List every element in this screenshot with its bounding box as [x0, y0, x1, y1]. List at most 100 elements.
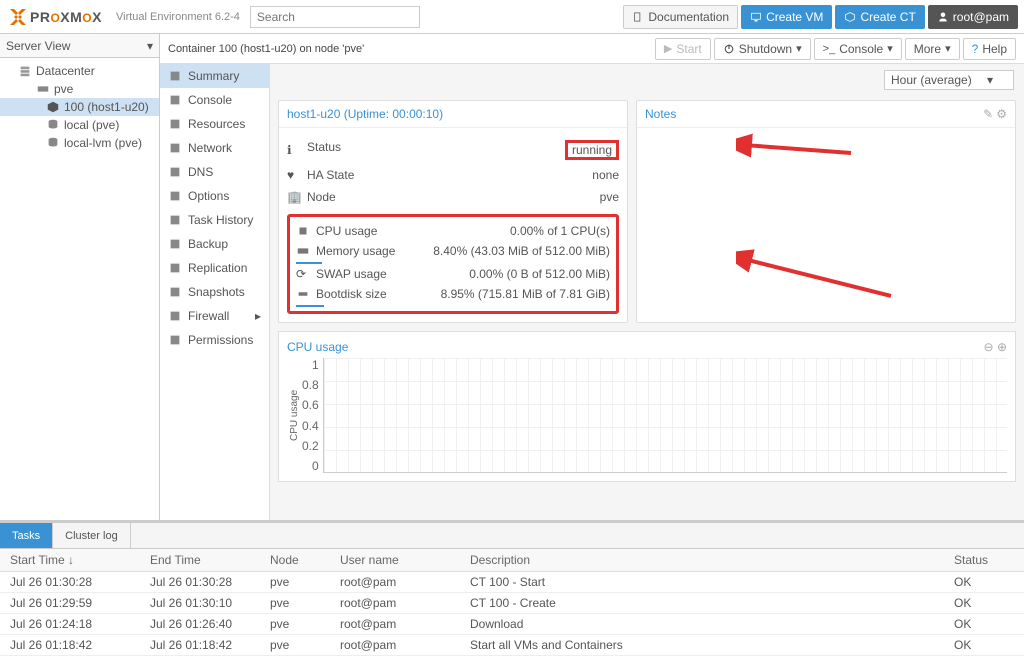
tab-label: Snapshots — [188, 285, 245, 299]
console-button[interactable]: >_ Console ▾ — [814, 38, 902, 60]
tab-label: Resources — [188, 117, 245, 131]
globe-icon — [168, 165, 182, 179]
gear-icon[interactable]: ⚙ — [996, 107, 1007, 121]
user-button[interactable]: root@pam — [928, 5, 1018, 29]
col-node[interactable]: Node — [260, 549, 330, 572]
create-ct-button[interactable]: Create CT — [835, 5, 924, 29]
tab-cluster-log[interactable]: Cluster log — [53, 523, 131, 548]
notes-body[interactable] — [637, 128, 1015, 308]
create-vm-button[interactable]: Create VM — [741, 5, 832, 29]
bottom-panel: Tasks Cluster log Start Time ↓ End Time … — [0, 520, 1024, 656]
tree-header[interactable]: Server View▾ — [0, 34, 159, 58]
tab-label: Summary — [188, 69, 239, 83]
chart-title: CPU usage — [287, 340, 348, 358]
log-row[interactable]: Jul 26 01:29:59Jul 26 01:30:10pveroot@pa… — [0, 593, 1024, 614]
log-row[interactable]: Jul 26 01:30:28Jul 26 01:30:28pveroot@pa… — [0, 572, 1024, 593]
tree-storage-local[interactable]: local (pve) — [0, 116, 159, 134]
tab-firewall[interactable]: Firewall ▸ — [160, 304, 269, 328]
search-input[interactable] — [250, 6, 420, 28]
disk-icon — [296, 287, 310, 301]
resource-stats: CPU usage0.00% of 1 CPU(s) Memory usage8… — [287, 214, 619, 314]
summary-panel-title: host1-u20 (Uptime: 00:00:10) — [287, 107, 443, 121]
tab-snapshots[interactable]: Snapshots — [160, 280, 269, 304]
server-view-panel: Server View▾ Datacenter pve 100 (host1-u… — [0, 34, 160, 520]
tab-summary[interactable]: Summary — [160, 64, 269, 88]
tab-replication[interactable]: Replication — [160, 256, 269, 280]
swap-icon: ⟳ — [296, 267, 310, 281]
col-user[interactable]: User name — [330, 549, 460, 572]
cpu-icon — [296, 224, 310, 238]
tree-storage-local-lvm[interactable]: local-lvm (pve) — [0, 134, 159, 152]
col-start[interactable]: Start Time ↓ — [0, 549, 140, 572]
datacenter-icon — [18, 64, 32, 78]
chart-ylabel: CPU usage — [287, 358, 302, 473]
database-icon — [46, 136, 60, 150]
network-icon — [168, 141, 182, 155]
tree-node-pve[interactable]: pve — [0, 80, 159, 98]
notes-panel-title: Notes — [645, 107, 676, 121]
col-status[interactable]: Status — [944, 549, 1024, 572]
time-range-selector[interactable]: Hour (average) ▾ — [884, 70, 1014, 90]
chart-plot — [323, 358, 1007, 473]
content-title: Container 100 (host1-u20) on node 'pve' — [168, 43, 655, 55]
node-label: Node — [307, 190, 600, 204]
refresh-icon — [168, 261, 182, 275]
node-value: pve — [600, 190, 619, 204]
summary-panel: host1-u20 (Uptime: 00:00:10) ℹ Statusrunn… — [278, 100, 628, 323]
ha-label: HA State — [307, 168, 592, 182]
ha-value: none — [592, 168, 619, 182]
tab-dns[interactable]: DNS — [160, 160, 269, 184]
tab-resources[interactable]: Resources — [160, 112, 269, 136]
shield-icon — [168, 309, 182, 323]
plus-icon[interactable]: ⊕ — [997, 340, 1007, 354]
shutdown-button[interactable]: Shutdown ▾ — [714, 38, 811, 60]
logo: PROXMOX — [6, 5, 102, 29]
tab-label: Permissions — [188, 333, 253, 347]
heart-icon: ♥ — [287, 168, 301, 182]
monitor-icon — [750, 11, 762, 23]
tab-tasks[interactable]: Tasks — [0, 523, 53, 548]
tab-permissions[interactable]: Permissions — [160, 328, 269, 352]
cpu-chart-panel: CPU usage ⊖ ⊕ CPU usage 10.80.60.40.20 — [278, 331, 1016, 482]
edit-icon[interactable]: ✎ — [983, 107, 993, 121]
tab-label: Firewall — [188, 309, 229, 323]
version-text: Virtual Environment 6.2-4 — [116, 11, 240, 23]
chart-yaxis: 10.80.60.40.20 — [302, 358, 323, 473]
logo-text: PROXMOX — [30, 9, 102, 25]
more-button[interactable]: More ▾ — [905, 38, 960, 60]
proxmox-icon — [6, 5, 30, 29]
log-row[interactable]: Jul 26 01:24:18Jul 26 01:26:40pveroot@pa… — [0, 614, 1024, 635]
status-value: running — [565, 140, 619, 160]
help-button[interactable]: ? Help — [963, 38, 1016, 60]
side-tabs: Summary Console Resources Network DNS Options… — [160, 64, 270, 520]
minus-icon[interactable]: ⊖ — [984, 340, 994, 354]
building-icon: 🏢 — [287, 190, 301, 204]
database-icon — [46, 118, 60, 132]
info-icon: ℹ — [287, 140, 301, 160]
tab-label: Network — [188, 141, 232, 155]
memory-icon — [296, 244, 310, 258]
documentation-button[interactable]: Documentation — [623, 5, 738, 29]
tab-options[interactable]: Options — [160, 184, 269, 208]
terminal-icon — [168, 93, 182, 107]
status-label: Status — [307, 140, 565, 160]
tree-datacenter[interactable]: Datacenter — [0, 62, 159, 80]
tab-task-history[interactable]: Task History — [160, 208, 269, 232]
tab-backup[interactable]: Backup — [160, 232, 269, 256]
save-icon — [168, 237, 182, 251]
tab-network[interactable]: Network — [160, 136, 269, 160]
list-icon — [168, 69, 182, 83]
col-end[interactable]: End Time — [140, 549, 260, 572]
user-icon — [937, 11, 949, 23]
clock-icon — [168, 285, 182, 299]
tab-label: Options — [188, 189, 229, 203]
tab-console[interactable]: Console — [160, 88, 269, 112]
notes-panel: Notes ✎⚙ — [636, 100, 1016, 323]
task-log-table: Start Time ↓ End Time Node User name Des… — [0, 549, 1024, 656]
tab-label: Task History — [188, 213, 253, 227]
start-button[interactable]: ▶ Start — [655, 38, 711, 60]
box-icon — [168, 117, 182, 131]
tree-container-100[interactable]: 100 (host1-u20) — [0, 98, 159, 116]
col-desc[interactable]: Description — [460, 549, 944, 572]
log-row[interactable]: Jul 26 01:18:42Jul 26 01:18:42pveroot@pa… — [0, 635, 1024, 656]
